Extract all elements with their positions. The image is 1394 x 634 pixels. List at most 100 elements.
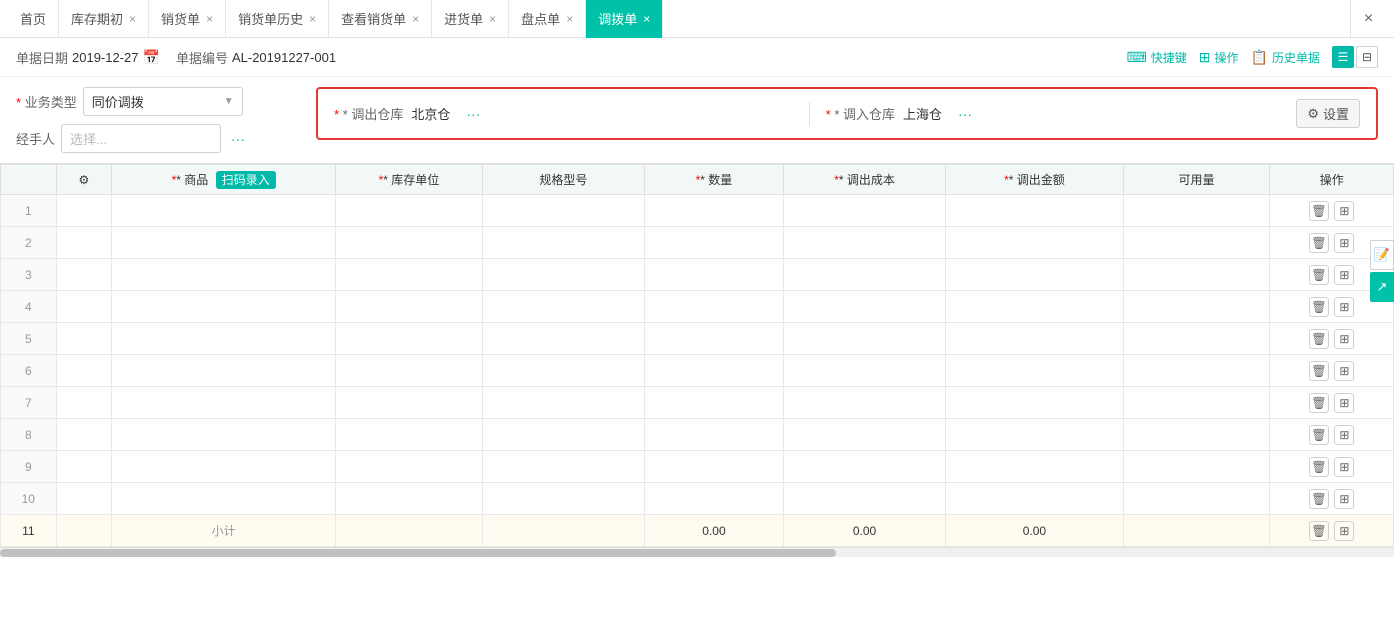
col-cost-header: ** 调出成本 [783,165,945,195]
transfer-out-value: 北京仓 [411,104,450,123]
copy-btn[interactable]: ⊞ [1334,265,1354,285]
grid-view-btn[interactable]: ⊟ [1356,46,1378,68]
col-seq-header [1,165,57,195]
tab-bar: 首页 库存期初 × 销货单 × 销货单历史 × 查看销货单 × 进货单 × 盘点… [0,0,1394,38]
tab-close-view-sales[interactable]: × [412,12,419,26]
delete-btn[interactable]: 🗑 [1309,233,1329,253]
history-btn[interactable]: 📋 历史单据 [1251,49,1320,66]
copy-btn[interactable]: ⊞ [1334,393,1354,413]
table-row: 9 🗑 ⊞ [1,451,1394,483]
table-row: 3 🗑 ⊞ [1,259,1394,291]
copy-btn[interactable]: ⊞ [1334,521,1354,541]
tab-close-inventory-init[interactable]: × [129,12,136,26]
date-value[interactable]: 2019-12-27 [72,50,139,65]
table-header-row: ⚙ ** 商品 扫码录入 ** 库存单位 规格型号 ** 数量 ** 调出成本 … [1,165,1394,195]
delete-btn[interactable]: 🗑 [1309,521,1329,541]
handler-select[interactable]: 选择... [61,124,221,153]
handler-more-btn[interactable]: ··· [231,131,245,147]
row-num: 10 [1,483,57,515]
copy-btn[interactable]: ⊞ [1334,201,1354,221]
note-side-btn[interactable]: 📝 [1370,240,1394,270]
tab-inventory-init[interactable]: 库存期初 × [59,0,149,38]
transfer-out-field: * * 调出仓库 北京仓 ··· [334,104,793,123]
delete-btn[interactable]: 🗑 [1309,201,1329,221]
list-view-btn[interactable]: ☰ [1332,46,1354,68]
col-spec-header: 规格型号 [482,165,644,195]
delete-btn[interactable]: 🗑 [1309,457,1329,477]
history-icon: 📋 [1251,49,1268,66]
transfer-out-more-btn[interactable]: ··· [466,106,480,122]
delete-btn[interactable]: 🗑 [1309,265,1329,285]
tab-sales-order[interactable]: 销货单 × [149,0,226,38]
tab-close-transfer[interactable]: × [643,12,650,26]
row-num: 4 [1,291,57,323]
handler-label: 经手人 [16,129,55,148]
horizontal-scrollbar[interactable] [0,547,1394,557]
copy-btn[interactable]: ⊞ [1334,233,1354,253]
row-num: 2 [1,227,57,259]
expand-side-btn[interactable]: ↗ [1370,272,1394,302]
row-num: 7 [1,387,57,419]
operations-btn[interactable]: ⊞ 操作 [1199,49,1239,66]
biz-type-select[interactable]: 同价调拨 ▼ [83,87,243,116]
col-product-header: ** 商品 扫码录入 [112,165,336,195]
shortcuts-btn[interactable]: ⌨ 快捷键 [1127,49,1187,66]
handler-field: 经手人 选择... ··· [16,124,296,153]
table-row: 5 🗑 ⊞ [1,323,1394,355]
delete-btn[interactable]: 🗑 [1309,361,1329,381]
delete-btn[interactable]: 🗑 [1309,393,1329,413]
delete-btn[interactable]: 🗑 [1309,489,1329,509]
tab-home[interactable]: 首页 [8,0,59,38]
col-qty-header: ** 数量 [644,165,783,195]
copy-btn[interactable]: ⊞ [1334,489,1354,509]
scrollbar-thumb[interactable] [0,549,836,557]
settings-button[interactable]: ⚙ 设置 [1296,99,1360,128]
doc-no-value: AL-20191227-001 [232,50,336,65]
tab-close-inventory[interactable]: × [566,12,573,26]
toolbar: 单据日期 2019-12-27 📅 单据编号 AL-20191227-001 ⌨… [0,38,1394,77]
tab-close-purchase[interactable]: × [489,12,496,26]
row-num: 6 [1,355,57,387]
delete-btn[interactable]: 🗑 [1309,329,1329,349]
row-num: 1 [1,195,57,227]
col-settings-header[interactable]: ⚙ [56,165,112,195]
tab-inventory[interactable]: 盘点单 × [509,0,586,38]
date-field: 单据日期 2019-12-27 📅 [16,48,160,67]
scan-entry-button[interactable]: 扫码录入 [216,171,276,189]
copy-btn[interactable]: ⊞ [1334,425,1354,445]
tab-close-sales-history[interactable]: × [309,12,316,26]
table-container: ⚙ ** 商品 扫码录入 ** 库存单位 规格型号 ** 数量 ** 调出成本 … [0,163,1394,557]
form-left: * 业务类型 同价调拨 ▼ 经手人 选择... ··· [16,87,296,153]
copy-btn[interactable]: ⊞ [1334,329,1354,349]
table-row: 4 🗑 ⊞ [1,291,1394,323]
table-row: 8 🗑 ⊞ [1,419,1394,451]
tab-transfer[interactable]: 调拨单 × [586,0,663,38]
tab-purchase[interactable]: 进货单 × [432,0,509,38]
copy-btn[interactable]: ⊞ [1334,297,1354,317]
delete-btn[interactable]: 🗑 [1309,425,1329,445]
table-row: 1 🗑 ⊞ [1,195,1394,227]
copy-btn[interactable]: ⊞ [1334,457,1354,477]
settings-icon: ⚙ [1307,106,1319,122]
copy-btn[interactable]: ⊞ [1334,361,1354,381]
row-num: 9 [1,451,57,483]
transfer-in-label: * * 调入仓库 [826,104,895,123]
tab-close-sales-order[interactable]: × [206,12,213,26]
col-unit-header: ** 库存单位 [336,165,483,195]
form-area: * 业务类型 同价调拨 ▼ 经手人 选择... ··· * * 调出仓库 北京仓… [0,77,1394,163]
biz-type-label: * 业务类型 [16,92,77,111]
window-close-button[interactable]: × [1350,0,1386,38]
delete-btn[interactable]: 🗑 [1309,297,1329,317]
row-num: 8 [1,419,57,451]
transfer-out-label: * * 调出仓库 [334,104,403,123]
side-buttons: 📝 ↗ [1370,240,1394,302]
biz-type-field: * 业务类型 同价调拨 ▼ [16,87,296,116]
transfer-in-more-btn[interactable]: ··· [958,106,972,122]
tab-sales-history[interactable]: 销货单历史 × [226,0,329,38]
row-num: 11 [1,515,57,547]
warehouse-box: * * 调出仓库 北京仓 ··· * * 调入仓库 上海仓 ··· ⚙ 设置 [316,87,1378,140]
tab-view-sales[interactable]: 查看销货单 × [329,0,432,38]
dropdown-arrow-icon: ▼ [224,96,234,107]
row-num: 3 [1,259,57,291]
calendar-icon[interactable]: 📅 [143,49,160,66]
